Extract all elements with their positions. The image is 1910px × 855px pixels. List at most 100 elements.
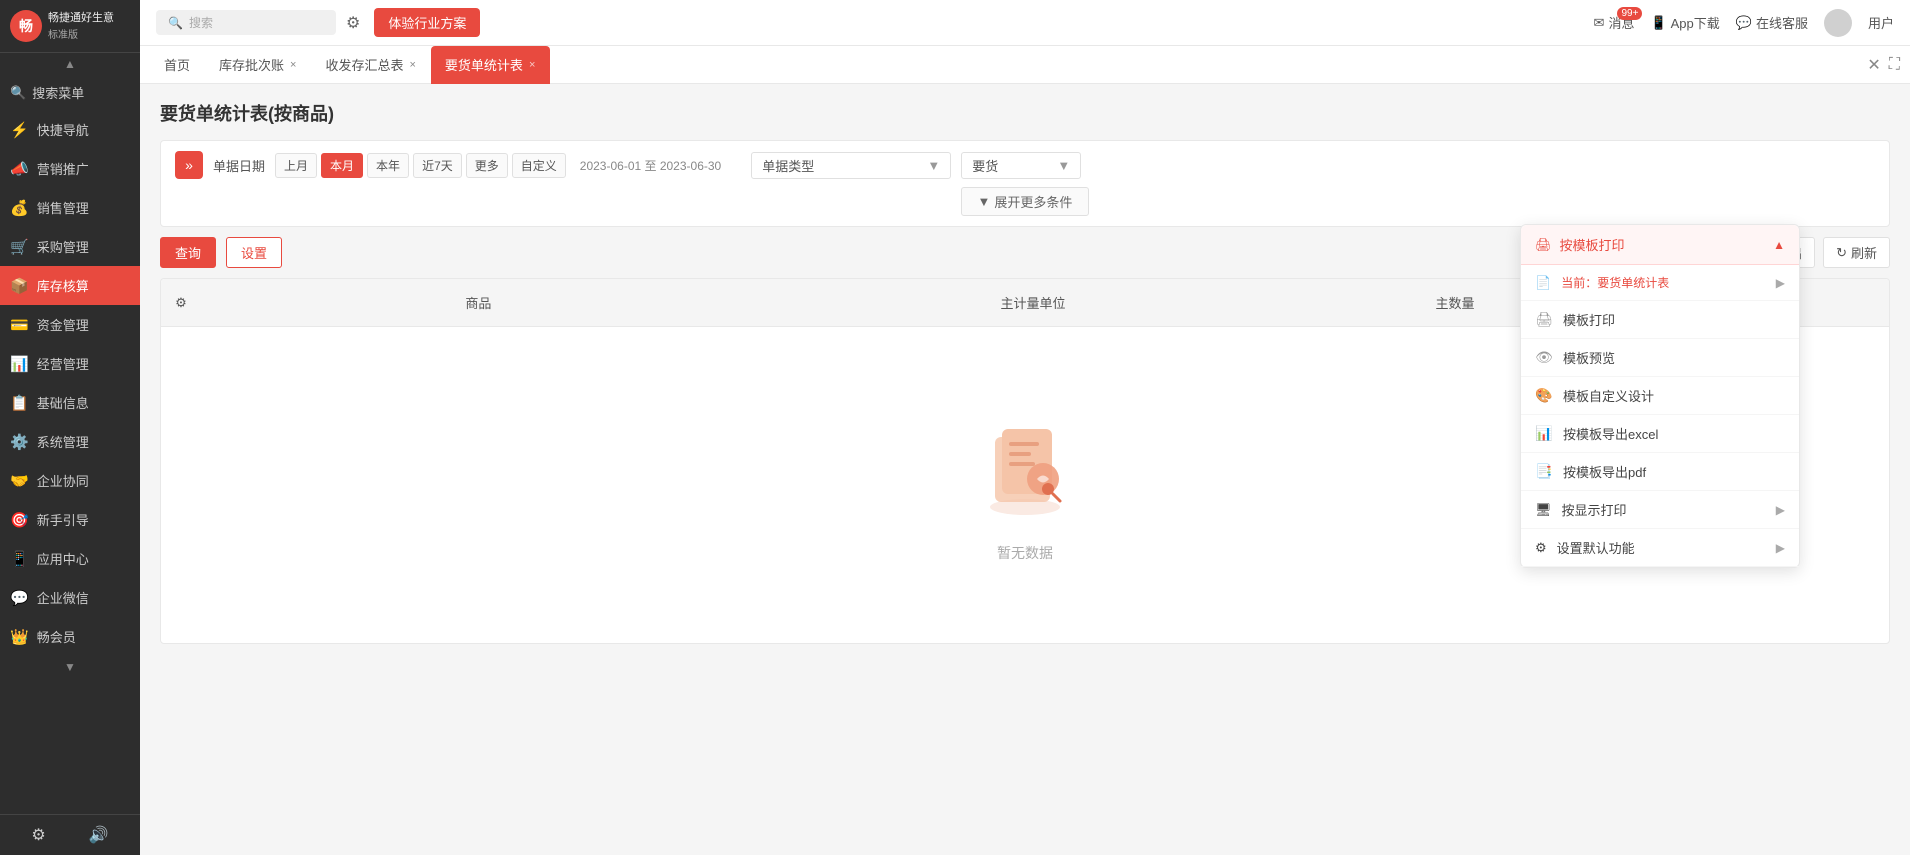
sidebar-item-purchase[interactable]: 🛒采购管理 [0, 227, 140, 266]
dropdown-item-label-design: 模板自定义设计 [1563, 386, 1654, 405]
sidebar-item-label-finance: 资金管理 [37, 315, 89, 334]
dropdown-item-icon-default-func: ⚙ [1535, 540, 1547, 556]
dropdown-item-icon-current: 📄 [1535, 275, 1551, 291]
speaker-icon[interactable]: 🔊 [89, 825, 109, 845]
dropdown-item-design[interactable]: 🎨 模板自定义设计 [1521, 377, 1799, 415]
dropdown-item-export-excel[interactable]: 📊 按模板导出excel [1521, 415, 1799, 453]
service-icon: 💬 [1736, 15, 1752, 31]
tab-label-order-stat: 要货单统计表 [445, 55, 523, 74]
date-btn-5[interactable]: 自定义 [512, 153, 566, 178]
date-btn-3[interactable]: 近7天 [413, 153, 462, 178]
sidebar-item-app-center[interactable]: 📱应用中心 [0, 539, 140, 578]
date-filter-label: 单据日期 [213, 156, 265, 175]
sidebar-item-icon-enterprise-wx: 💬 [10, 589, 29, 607]
sidebar-item-icon-sales: 💰 [10, 199, 29, 217]
yh-arrow-icon: ▼ [1057, 158, 1070, 173]
expand-more-btn[interactable]: ▼ 展开更多条件 [961, 187, 1090, 216]
topbar-gear-icon[interactable]: ⚙ [346, 13, 360, 33]
sidebar-item-label-operation: 经营管理 [37, 354, 89, 373]
tab-order-stat[interactable]: 要货单统计表 × [431, 46, 550, 84]
tab-close-receipt-summary[interactable]: × [409, 59, 415, 71]
sidebar-item-label-sales: 销售管理 [37, 198, 89, 217]
sidebar-search-label: 搜索菜单 [32, 83, 84, 102]
dropdown-item-default-func[interactable]: ⚙ 设置默认功能 ▶ [1521, 529, 1799, 567]
tab-home[interactable]: 首页 [150, 46, 205, 84]
settings-btn[interactable]: 设置 [226, 237, 282, 268]
sidebar-item-vip[interactable]: 👑畅会员 [0, 617, 140, 656]
tab-batch-ledger[interactable]: 库存批次账 × [205, 46, 311, 84]
dropdown-item-arrow-default-func: ▶ [1776, 541, 1785, 555]
topbar-right: ✉ 消息 99+ 📱 App下载 💬 在线客服 用户 [1594, 9, 1894, 37]
dropdown-item-label-export-pdf: 按模板导出pdf [1563, 462, 1646, 481]
sidebar-item-marketing[interactable]: 📣营销推广 [0, 149, 140, 188]
doc-type-select[interactable]: 单据类型 ▼ [751, 152, 951, 179]
sidebar-scroll-down[interactable]: ▼ [0, 656, 140, 678]
user-name[interactable]: 用户 [1868, 13, 1894, 32]
sidebar-item-system[interactable]: ⚙️系统管理 [0, 422, 140, 461]
expand-more-label: 展开更多条件 [994, 192, 1072, 211]
expand-chevron-icon: ▼ [978, 194, 991, 209]
close-window-btn[interactable]: ✕ [1867, 55, 1880, 75]
sidebar-item-inventory[interactable]: 📦库存核算 [0, 266, 140, 305]
sidebar-item-icon-basic: 📋 [10, 394, 29, 412]
online-service-btn[interactable]: 💬 在线客服 [1736, 13, 1808, 32]
dropdown-item-preview[interactable]: 👁 模板预览 [1521, 339, 1799, 377]
empty-text: 暂无数据 [997, 543, 1053, 563]
trial-btn[interactable]: 体验行业方案 [374, 8, 480, 37]
sidebar-item-icon-cooperation: 🤝 [10, 472, 29, 490]
dropdown-item-icon-preview: 👁 [1535, 349, 1553, 366]
dropdown-item-export-pdf[interactable]: 📑 按模板导出pdf [1521, 453, 1799, 491]
filter-toggle-btn[interactable]: » [175, 151, 203, 179]
message-icon: ✉ [1594, 15, 1605, 31]
refresh-icon: ↻ [1836, 245, 1847, 261]
app-download-icon: 📱 [1650, 15, 1666, 31]
query-btn[interactable]: 查询 [160, 237, 216, 268]
yh-filter-select[interactable]: 要货 ▼ [961, 152, 1081, 179]
refresh-btn[interactable]: ↻ 刷新 [1823, 237, 1890, 268]
topbar-search[interactable]: 🔍 搜索 [156, 10, 336, 35]
dropdown-item-label-display-print: 按显示打印 [1562, 500, 1627, 519]
tab-close-order-stat[interactable]: × [529, 59, 535, 71]
dropdown-item-icon-export-excel: 📊 [1535, 425, 1553, 442]
date-btn-0[interactable]: 上月 [275, 153, 317, 178]
page-title: 要货单统计表(按商品) [160, 100, 1890, 126]
print-dropdown-header[interactable]: 🖨 按模板打印 ▲ [1521, 225, 1799, 265]
sidebar-item-guide[interactable]: 🎯新手引导 [0, 500, 140, 539]
dropdown-item-label-default-func: 设置默认功能 [1557, 538, 1635, 557]
dropdown-item-display-print[interactable]: 🖥 按显示打印 ▶ [1521, 491, 1799, 529]
dropdown-item-current[interactable]: 📄 当前：要货单统计表 ▶ [1521, 265, 1799, 301]
maximize-window-btn[interactable]: ⛶ [1889, 56, 1900, 74]
sidebar-item-enterprise-wx[interactable]: 💬 企业微信 [0, 578, 140, 617]
tab-label-batch-ledger: 库存批次账 [219, 55, 284, 74]
sidebar-item-finance[interactable]: 💳 资金管理 [0, 305, 140, 344]
sidebar-item-quick-nav[interactable]: ⚡快捷导航 [0, 110, 140, 149]
dropdown-item-print[interactable]: 🖨 模板打印 [1521, 301, 1799, 339]
sidebar-item-icon-quick-nav: ⚡ [10, 121, 29, 139]
message-badge: 99+ [1617, 7, 1642, 20]
sidebar-scroll-up[interactable]: ▲ [0, 53, 140, 75]
user-avatar[interactable] [1824, 9, 1852, 37]
sidebar-item-cooperation[interactable]: 🤝企业协同 [0, 461, 140, 500]
dropdown-item-icon-display-print: 🖥 [1535, 502, 1552, 518]
topbar-search-icon: 🔍 [168, 16, 183, 30]
refresh-label: 刷新 [1851, 243, 1877, 262]
tab-receipt-summary[interactable]: 收发存汇总表× [311, 46, 430, 84]
settings-icon[interactable]: ⚙ [31, 825, 45, 845]
table-col-0: ⚙ [161, 289, 201, 317]
sidebar-item-label-enterprise-wx: 企业微信 [37, 588, 89, 607]
date-btn-1[interactable]: 本月 [321, 153, 363, 178]
dropdown-item-arrow-display-print: ▶ [1776, 503, 1785, 517]
sidebar-item-label-inventory: 库存核算 [37, 276, 89, 295]
date-btn-2[interactable]: 本年 [367, 153, 409, 178]
tab-close-batch-ledger[interactable]: × [290, 59, 296, 71]
sidebar-search[interactable]: 🔍 搜索菜单 [0, 75, 140, 110]
sidebar-item-icon-finance: 💳 [10, 316, 29, 334]
online-service-label: 在线客服 [1756, 13, 1808, 32]
sidebar-item-operation[interactable]: 📊经营管理 [0, 344, 140, 383]
dropdown-item-icon-design: 🎨 [1535, 387, 1553, 404]
app-download-btn[interactable]: 📱 App下载 [1650, 13, 1719, 32]
message-btn[interactable]: ✉ 消息 99+ [1594, 13, 1635, 32]
sidebar-item-sales[interactable]: 💰 销售管理 [0, 188, 140, 227]
date-btn-4[interactable]: 更多 [466, 153, 508, 178]
sidebar-item-basic[interactable]: 📋基础信息 [0, 383, 140, 422]
